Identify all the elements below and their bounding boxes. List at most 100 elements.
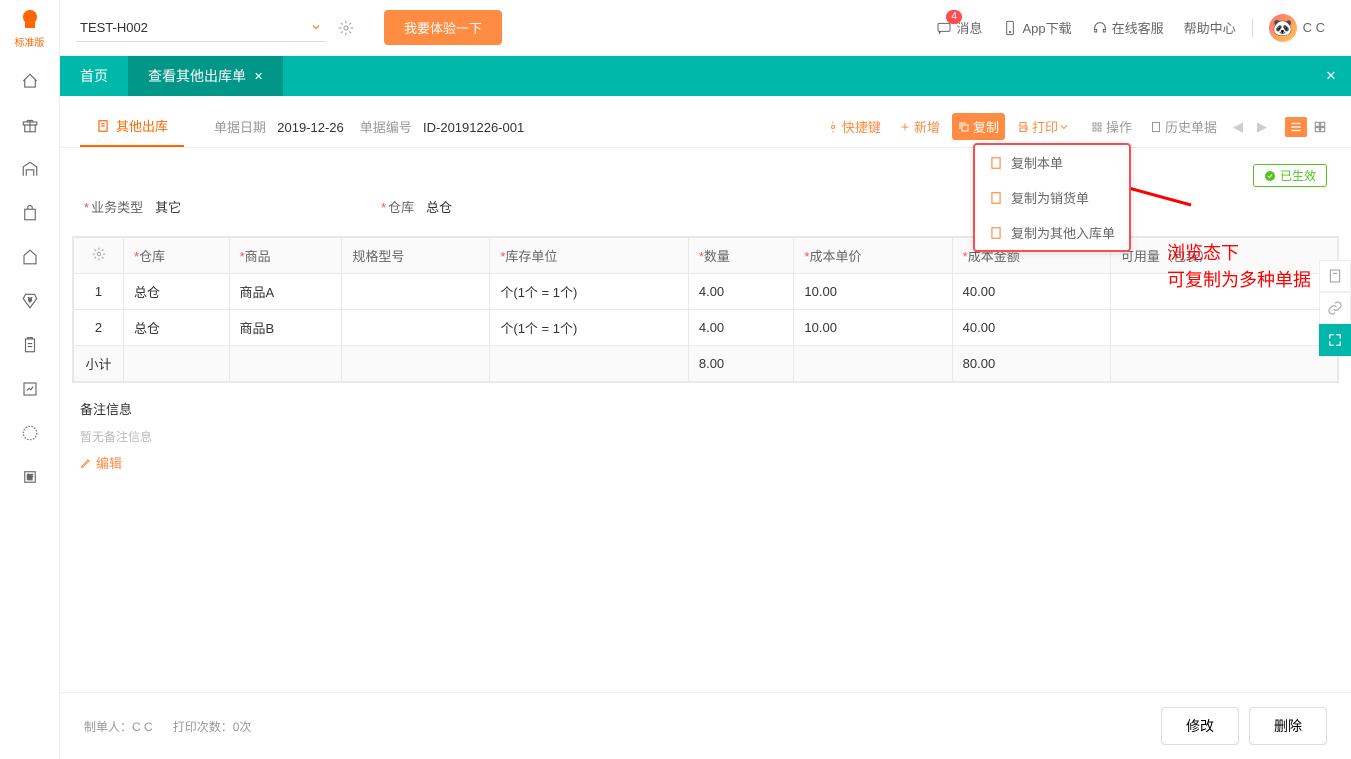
biz-type-label: 业务类型 <box>91 200 143 215</box>
view-list-button[interactable] <box>1285 117 1307 137</box>
copy-dropdown-menu: 复制本单 复制为销货单 复制为其他入库单 <box>973 143 1131 252</box>
print-action[interactable]: 打印 <box>1011 113 1079 140</box>
warehouse-value: 总仓 <box>426 197 452 216</box>
print-icon <box>1017 121 1029 133</box>
doc-icon <box>989 191 1003 205</box>
user-menu[interactable]: 🐼 C C <box>1269 14 1325 42</box>
headset-icon <box>1092 20 1108 36</box>
add-action[interactable]: 新增 <box>893 113 946 140</box>
modify-button[interactable]: 修改 <box>1161 707 1239 745</box>
doc-header: 其他出库 单据日期 2019-12-26 单据编号 ID-20191226-00… <box>60 96 1351 148</box>
svg-text:¥: ¥ <box>28 298 32 304</box>
sidebar-gift-icon[interactable] <box>10 105 50 145</box>
history-action[interactable]: 历史单据 <box>1144 113 1223 140</box>
doc-no-value: ID-20191226-001 <box>423 120 524 135</box>
sidebar-house-icon[interactable] <box>10 237 50 277</box>
online-service-label: 在线客服 <box>1112 18 1164 37</box>
copy-other-in-item[interactable]: 复制为其他入库单 <box>975 215 1129 250</box>
float-note-button[interactable] <box>1319 260 1351 292</box>
form-row: *业务类型 其它 *仓库 总仓 <box>60 187 1351 236</box>
tab-home[interactable]: 首页 <box>60 56 128 96</box>
logo-icon <box>18 8 42 32</box>
warehouse-field: *仓库 总仓 <box>381 197 452 216</box>
messages-link[interactable]: 消息 4 <box>936 18 982 37</box>
doc-type-label: 其他出库 <box>116 116 168 135</box>
tab-close-icon[interactable]: ✕ <box>254 70 263 83</box>
phone-icon <box>1002 20 1018 36</box>
svg-text:新: 新 <box>26 473 32 481</box>
company-name: TEST-H002 <box>80 20 310 35</box>
doc-date-label: 单据日期 <box>214 120 266 135</box>
sidebar-report-icon[interactable] <box>10 369 50 409</box>
biz-type-value: 其它 <box>155 197 181 216</box>
sidebar-warehouse-icon[interactable] <box>10 149 50 189</box>
delete-button[interactable]: 删除 <box>1249 707 1327 745</box>
sidebar-home-icon[interactable] <box>10 61 50 101</box>
close-all-tabs[interactable]: ✕ <box>1311 56 1351 96</box>
company-selector[interactable]: TEST-H002 <box>76 14 326 42</box>
app-download-label: App下载 <box>1022 18 1071 37</box>
float-expand-button[interactable] <box>1319 324 1351 356</box>
warehouse-label: 仓库 <box>388 200 414 215</box>
sidebar-new-icon[interactable]: 新 <box>10 457 50 497</box>
header-divider <box>1252 18 1253 38</box>
copy-self-item[interactable]: 复制本单 <box>975 145 1129 180</box>
footer-creator: 制单人：C C <box>84 718 153 735</box>
footer-print-count: 打印次数：0次 <box>173 718 252 735</box>
subtotal-amount: 80.00 <box>952 346 1110 382</box>
document-card: 其他出库 单据日期 2019-12-26 单据编号 ID-20191226-00… <box>60 96 1351 759</box>
check-icon <box>1264 170 1276 182</box>
copy-action[interactable]: 复制 <box>952 113 1005 140</box>
sidebar-bag-icon[interactable] <box>10 193 50 233</box>
messages-badge: 4 <box>946 10 962 24</box>
trial-button[interactable]: 我要体验一下 <box>384 10 502 45</box>
view-toggle <box>1285 117 1331 137</box>
grid-icon <box>1091 121 1103 133</box>
operate-action[interactable]: 操作 <box>1085 113 1138 140</box>
table-row[interactable]: 1 总仓 商品A 个(1个 = 1个) 4.00 10.00 40.00 <box>74 274 1338 310</box>
pencil-icon <box>80 457 92 469</box>
logo[interactable]: 标准版 <box>15 8 45 49</box>
col-available: 可用量（包装） <box>1110 238 1337 274</box>
copy-sales-item[interactable]: 复制为销货单 <box>975 180 1129 215</box>
table-row[interactable]: 2 总仓 商品B 个(1个 = 1个) 4.00 10.00 40.00 <box>74 310 1338 346</box>
biz-type-field: *业务类型 其它 <box>84 197 181 216</box>
view-grid-button[interactable] <box>1309 117 1331 137</box>
status-text: 已生效 <box>1280 167 1316 184</box>
help-center-link[interactable]: 帮助中心 <box>1184 18 1236 37</box>
company-settings-icon[interactable] <box>338 20 354 36</box>
table-settings-header[interactable] <box>74 238 124 274</box>
plus-icon <box>899 121 911 133</box>
float-link-button[interactable] <box>1319 292 1351 324</box>
sidebar-sync-icon[interactable] <box>10 413 50 453</box>
col-qty: *数量 <box>688 238 794 274</box>
next-doc-button[interactable]: ▶ <box>1253 119 1271 135</box>
col-cost-price: *成本单价 <box>794 238 952 274</box>
doc-footer: 制单人：C C 打印次数：0次 修改 删除 <box>60 692 1351 759</box>
edit-remarks-link[interactable]: 编辑 <box>80 453 1331 472</box>
shortcut-action[interactable]: 快捷键 <box>821 113 887 140</box>
col-unit: *库存单位 <box>490 238 689 274</box>
col-product: *商品 <box>229 238 342 274</box>
status-badge: 已生效 <box>1253 164 1327 187</box>
doc-meta: 单据日期 2019-12-26 单据编号 ID-20191226-001 <box>214 117 524 136</box>
remarks-empty-text: 暂无备注信息 <box>80 428 1331 445</box>
remarks-section: 备注信息 暂无备注信息 编辑 <box>60 383 1351 488</box>
gear-icon <box>827 121 839 133</box>
data-table: *仓库 *商品 规格型号 *库存单位 *数量 *成本单价 *成本金额 可用量（包… <box>72 236 1339 383</box>
tab-current[interactable]: 查看其他出库单 ✕ <box>128 56 283 96</box>
app-download-link[interactable]: App下载 <box>1002 18 1071 37</box>
content-area: 其他出库 单据日期 2019-12-26 单据编号 ID-20191226-00… <box>60 96 1351 759</box>
tab-current-label: 查看其他出库单 <box>148 66 246 86</box>
subtotal-label: 小计 <box>74 346 124 382</box>
doc-type-tab[interactable]: 其他出库 <box>80 106 184 147</box>
sidebar-money-icon[interactable]: ¥ <box>10 281 50 321</box>
help-center-label: 帮助中心 <box>1184 18 1236 37</box>
prev-doc-button[interactable]: ◀ <box>1229 119 1247 135</box>
subtotal-qty: 8.00 <box>688 346 794 382</box>
subtotal-row: 小计 8.00 80.00 <box>74 346 1338 382</box>
top-header: TEST-H002 我要体验一下 消息 4 App下载 在线客服 帮助中心 <box>60 0 1351 56</box>
sidebar-clipboard-icon[interactable] <box>10 325 50 365</box>
online-service-link[interactable]: 在线客服 <box>1092 18 1164 37</box>
logo-text: 标准版 <box>15 34 45 49</box>
